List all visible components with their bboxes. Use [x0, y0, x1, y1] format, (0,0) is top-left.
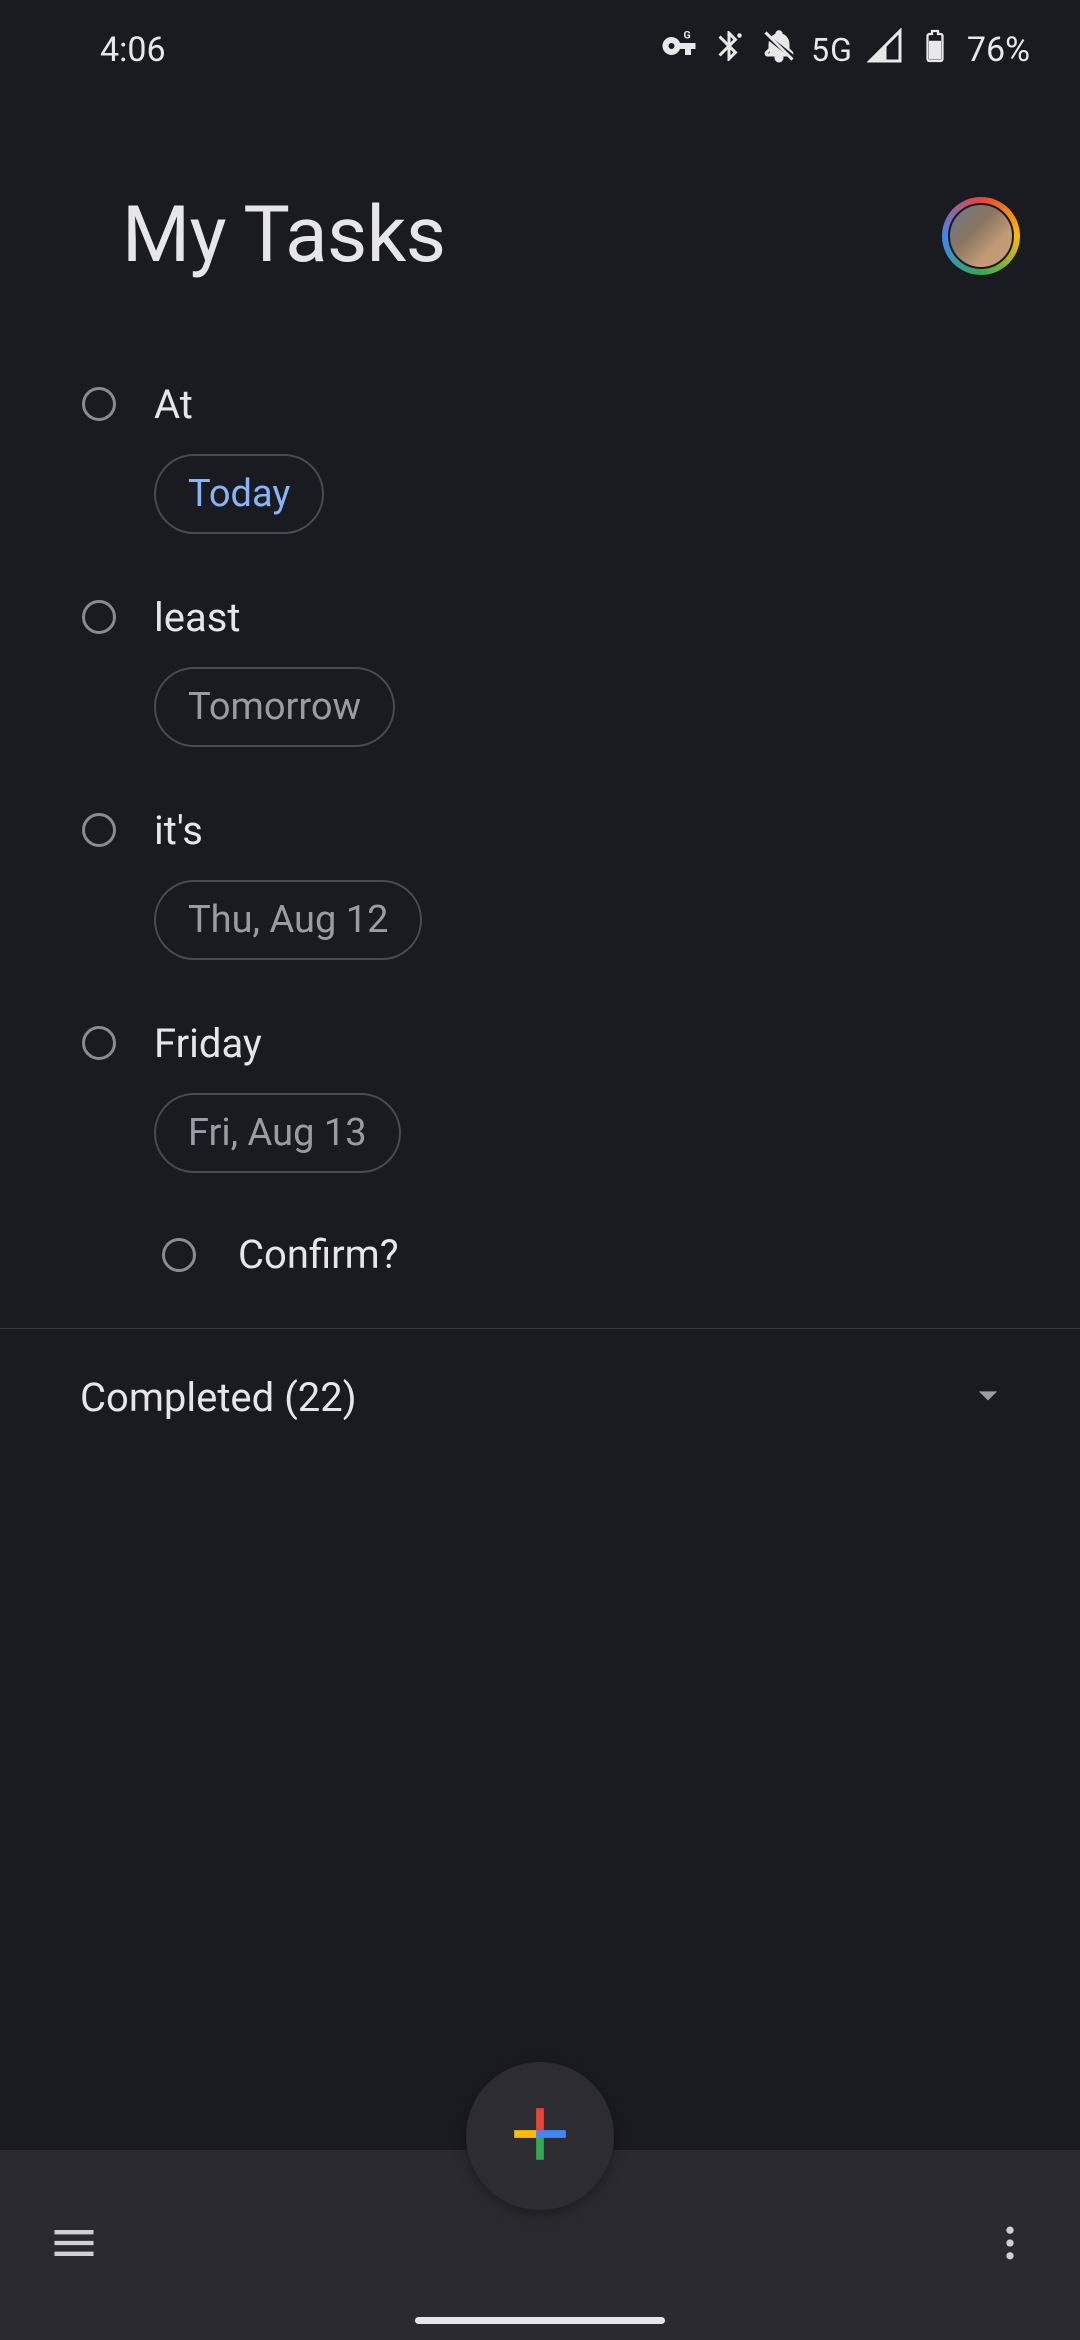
svg-text:G: G [684, 28, 691, 41]
task-item[interactable]: Friday Fri, Aug 13 [0, 990, 1080, 1203]
battery-icon [917, 28, 953, 73]
subtask-title: Confirm? [238, 1231, 399, 1278]
task-item[interactable]: At Today [0, 351, 1080, 564]
task-title: it's [154, 807, 1030, 854]
task-complete-toggle[interactable] [162, 1238, 196, 1272]
status-right: G 5G 76% [661, 28, 1030, 73]
task-complete-toggle[interactable] [82, 1026, 116, 1060]
avatar-image [948, 203, 1014, 269]
task-item[interactable]: least Tomorrow [0, 564, 1080, 777]
bluetooth-icon [711, 28, 747, 73]
subtask-item[interactable]: Confirm? [0, 1203, 1080, 1318]
plus-icon [509, 2103, 571, 2169]
task-date-chip[interactable]: Tomorrow [154, 667, 395, 747]
task-date-chip[interactable]: Today [154, 454, 324, 534]
task-title: At [154, 381, 1030, 428]
more-options-icon[interactable] [988, 2221, 1032, 2269]
task-complete-toggle[interactable] [82, 813, 116, 847]
task-list: At Today least Tomorrow it's Thu, Aug 12… [0, 321, 1080, 1318]
completed-label: Completed (22) [80, 1374, 357, 1421]
vpn-key-icon: G [661, 28, 697, 73]
network-label: 5G [811, 31, 853, 69]
task-complete-toggle[interactable] [82, 600, 116, 634]
status-time: 4:06 [100, 30, 166, 70]
status-bar: 4:06 G 5G 76% [0, 0, 1080, 100]
task-complete-toggle[interactable] [82, 387, 116, 421]
add-task-fab[interactable] [466, 2062, 614, 2210]
gesture-nav-bar[interactable] [415, 2317, 665, 2324]
signal-icon [867, 28, 903, 73]
battery-percentage: 76% [967, 30, 1030, 70]
task-date-chip[interactable]: Thu, Aug 12 [154, 880, 422, 960]
task-date-chip[interactable]: Fri, Aug 13 [154, 1093, 401, 1173]
chevron-down-icon [966, 1373, 1010, 1421]
account-avatar[interactable] [942, 197, 1020, 275]
task-item[interactable]: it's Thu, Aug 12 [0, 777, 1080, 990]
menu-icon[interactable] [48, 2217, 100, 2273]
header: My Tasks [0, 100, 1080, 321]
dnd-icon [761, 28, 797, 73]
page-title: My Tasks [122, 190, 446, 281]
task-title: least [154, 594, 1030, 641]
task-title: Friday [154, 1020, 1030, 1067]
completed-section-toggle[interactable]: Completed (22) [0, 1329, 1080, 1465]
